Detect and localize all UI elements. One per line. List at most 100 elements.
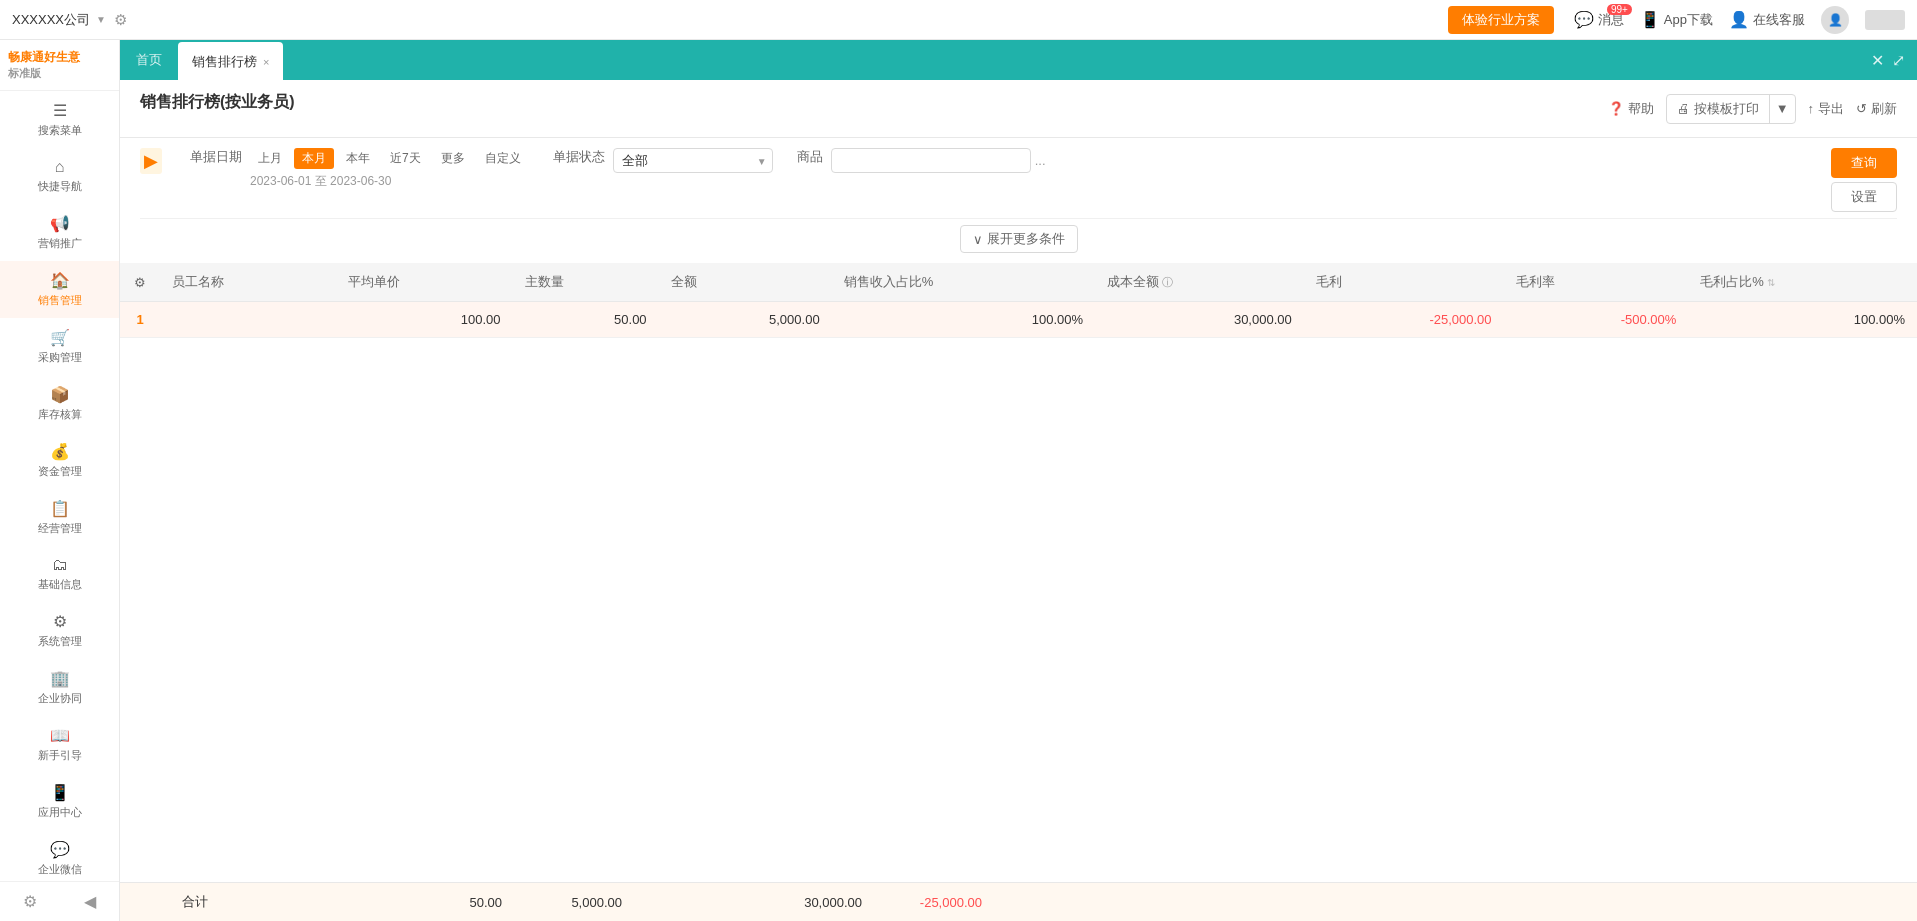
expand-conditions-btn[interactable]: ∨ 展开更多条件 — [960, 225, 1078, 253]
sidebar-logo: 畅康通好生意 标准版 — [0, 40, 119, 91]
nav-icon-inventory: 📦 — [50, 385, 70, 404]
date-tab-more[interactable]: 更多 — [433, 148, 473, 169]
tab-label: 销售排行榜 — [192, 53, 257, 71]
nav-label-marketing: 营销推广 — [38, 236, 82, 251]
nav-icon-guide: 📖 — [50, 726, 70, 745]
cell-main_qty: 50.00 — [513, 302, 659, 338]
nav-label-appstore: 应用中心 — [38, 805, 82, 820]
service-icon: 👤 — [1729, 10, 1749, 29]
nav-icon-operation: 📋 — [50, 499, 70, 518]
print-dropdown-btn[interactable]: ▼ — [1770, 96, 1795, 121]
help-icon: ❓ — [1608, 101, 1624, 116]
sidebar-item-shortcut[interactable]: ⌂快捷导航 — [0, 148, 119, 204]
nav-icon-shortcut: ⌂ — [55, 158, 65, 176]
tab-home[interactable]: 首页 — [120, 40, 178, 80]
footer-amount: 5,000.00 — [502, 895, 622, 910]
filter-area: ▶ 单据日期 上月 本月 本年 近7天 更多 — [120, 138, 1917, 263]
export-icon: ↑ — [1808, 101, 1815, 116]
sidebar-item-operation[interactable]: 📋经营管理 — [0, 489, 119, 546]
footer-gross: -25,000.00 — [862, 895, 982, 910]
window-expand-btn[interactable]: ⤢ — [1892, 51, 1905, 70]
sidebar-item-guide[interactable]: 📖新手引导 — [0, 716, 119, 773]
th-settings[interactable]: ⚙ — [120, 263, 160, 302]
sidebar-item-basic[interactable]: 🗂基础信息 — [0, 546, 119, 602]
collapse-icon[interactable]: ◀ — [84, 892, 96, 911]
sidebar-item-inventory[interactable]: 📦 库存核算 — [0, 375, 119, 432]
sidebar-item-appstore[interactable]: 📱应用中心 — [0, 773, 119, 830]
gross-pct-sort-icon[interactable]: ⇅ — [1767, 277, 1775, 288]
th-gross-pct: 毛利占比% ⇅ — [1688, 263, 1917, 302]
th-amount: 全额 — [659, 263, 832, 302]
sidebar-item-wechat[interactable]: 💬企业微信 — [0, 830, 119, 881]
company-name: XXXXXX公司 — [12, 11, 90, 29]
footer-label: 合计 — [182, 893, 302, 911]
company-selector[interactable]: XXXXXX公司 ▼ — [12, 11, 106, 29]
avatar[interactable]: 👤 — [1821, 6, 1849, 34]
print-icon: 🖨 — [1677, 101, 1690, 116]
expand-icon: ∨ — [973, 232, 983, 247]
nav-icon-search: ☰ — [53, 101, 67, 120]
cost-info-icon[interactable]: ⓘ — [1162, 275, 1173, 290]
industry-btn[interactable]: 体验行业方案 — [1448, 6, 1554, 34]
sidebar-item-system[interactable]: ⚙系统管理 — [0, 602, 119, 659]
th-cost: 成本全额 ⓘ — [1095, 263, 1304, 302]
date-tab-this-month[interactable]: 本月 — [294, 148, 334, 169]
cell-gross: -25,000.00 — [1304, 302, 1504, 338]
sidebar-item-purchase[interactable]: 🛒采购管理 — [0, 318, 119, 375]
nav-icon-wechat: 💬 — [50, 840, 70, 859]
th-avg-price: 平均单价 — [336, 263, 512, 302]
tab-close-btn[interactable]: × — [263, 56, 269, 68]
avatar-icon: 👤 — [1828, 13, 1843, 27]
filter-collapse-icon[interactable]: ▶ — [140, 148, 162, 174]
goods-more-btn[interactable]: ... — [1035, 153, 1046, 168]
export-btn[interactable]: ↑ 导出 — [1808, 100, 1845, 118]
status-label: 单据状态 — [553, 148, 605, 166]
date-tab-custom[interactable]: 自定义 — [477, 148, 529, 169]
nav-label-inventory: 库存核算 — [38, 407, 82, 422]
message-icon: 💬 — [1574, 10, 1594, 29]
sidebar-item-marketing[interactable]: 📢营销推广 — [0, 204, 119, 261]
gear-icon-top[interactable]: ⚙ — [114, 11, 127, 29]
status-select[interactable]: 全部 审核中 已审核 — [613, 148, 773, 173]
sidebar-item-finance[interactable]: 💰资金管理 — [0, 432, 119, 489]
th-gross: 毛利 — [1304, 263, 1504, 302]
cell-rank: 1 — [120, 302, 160, 338]
cell-gross_pct: 100.00% — [1688, 302, 1917, 338]
date-tab-7days[interactable]: 近7天 — [382, 148, 429, 169]
goods-input[interactable] — [831, 148, 1031, 173]
table-row: 1100.0050.005,000.00100.00%30,000.00-25,… — [120, 302, 1917, 338]
query-btn[interactable]: 查询 — [1831, 148, 1897, 178]
help-btn[interactable]: ❓ 帮助 — [1608, 100, 1654, 118]
date-tab-this-year[interactable]: 本年 — [338, 148, 378, 169]
nav-icon-sales: 🏠 — [50, 271, 70, 290]
footer-main-qty: 50.00 — [402, 895, 502, 910]
nav-label-basic: 基础信息 — [38, 577, 82, 592]
nav-icon-corp: 🏢 — [50, 669, 70, 688]
nav-icon-system: ⚙ — [53, 612, 67, 631]
th-name: 员工名称 — [160, 263, 336, 302]
filter-status-group: 单据状态 全部 审核中 已审核 ▼ — [553, 148, 773, 173]
tab-bar: 首页 销售排行榜 × ✕ ⤢ — [120, 40, 1917, 80]
table-header-row: ⚙ 员工名称 平均单价 主数量 全额 销售收入占比% 成本全额 ⓘ 毛利 — [120, 263, 1917, 302]
table-footer: 合计 50.00 5,000.00 30,000.00 -25,000.00 — [120, 882, 1917, 921]
date-label: 单据日期 — [190, 148, 242, 166]
cell-sales_pct: 100.00% — [832, 302, 1095, 338]
settings-bottom-icon[interactable]: ⚙ — [23, 892, 37, 911]
tab-sales-ranking[interactable]: 销售排行榜 × — [178, 42, 283, 82]
sidebar-item-sales[interactable]: 🏠销售管理 — [0, 261, 119, 318]
refresh-btn[interactable]: ↺ 刷新 — [1856, 100, 1897, 118]
footer-cost: 30,000.00 — [742, 895, 862, 910]
window-close-btn[interactable]: ✕ — [1871, 51, 1884, 70]
online-service-btn[interactable]: 👤 在线客服 — [1729, 10, 1805, 29]
sidebar-item-search[interactable]: ☰搜索菜单 — [0, 91, 119, 148]
message-btn[interactable]: 💬 消息 99+ — [1574, 10, 1624, 29]
settings-btn[interactable]: 设置 — [1831, 182, 1897, 212]
date-tab-prev-month[interactable]: 上月 — [250, 148, 290, 169]
filter-date-group: 单据日期 上月 本月 本年 近7天 更多 自定义 20 — [190, 148, 529, 190]
sidebar-item-corp[interactable]: 🏢企业协同 — [0, 659, 119, 716]
app-download-btn[interactable]: 📱 App下载 — [1640, 10, 1713, 29]
cell-gross_rate: -500.00% — [1504, 302, 1689, 338]
cell-cost: 30,000.00 — [1095, 302, 1304, 338]
company-dropdown-icon: ▼ — [96, 14, 106, 25]
print-btn[interactable]: 🖨 按模板打印 — [1667, 95, 1770, 123]
